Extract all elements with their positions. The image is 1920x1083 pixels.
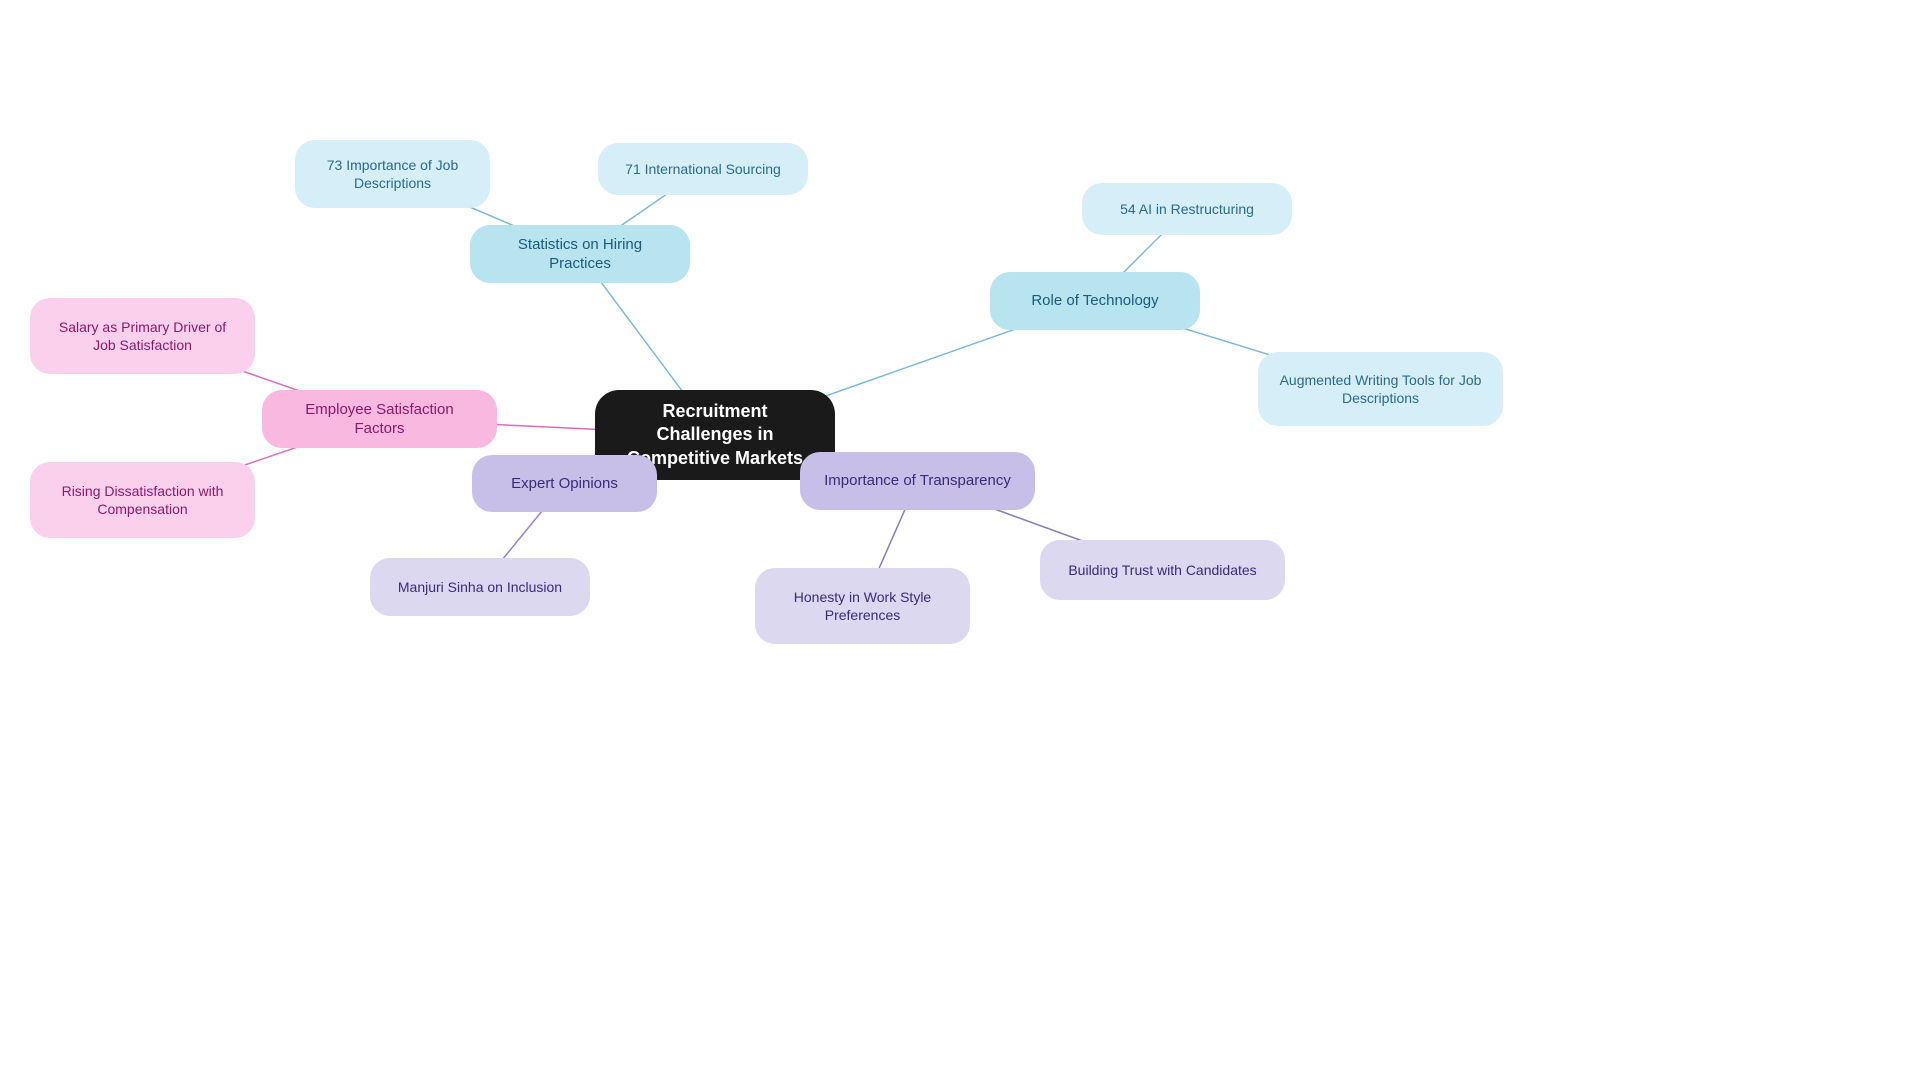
importance-job-desc-node[interactable]: 73 Importance of Job Descriptions [295,140,490,208]
expert-opinions-node[interactable]: Expert Opinions [472,455,657,512]
honesty-work-style-node[interactable]: Honesty in Work Style Preferences [755,568,970,644]
employee-satisfaction-node[interactable]: Employee Satisfaction Factors [262,390,497,448]
importance-transparency-node[interactable]: Importance of Transparency [800,452,1035,510]
salary-driver-node[interactable]: Salary as Primary Driver of Job Satisfac… [30,298,255,374]
manjuri-sinha-node[interactable]: Manjuri Sinha on Inclusion [370,558,590,616]
ai-restructuring-node[interactable]: 54 AI in Restructuring [1082,183,1292,235]
building-trust-node[interactable]: Building Trust with Candidates [1040,540,1285,600]
rising-dissatisfaction-node[interactable]: Rising Dissatisfaction with Compensation [30,462,255,538]
international-sourcing-node[interactable]: 71 International Sourcing [598,143,808,195]
augmented-writing-node[interactable]: Augmented Writing Tools for Job Descript… [1258,352,1503,426]
statistics-node[interactable]: Statistics on Hiring Practices [470,225,690,283]
role-technology-node[interactable]: Role of Technology [990,272,1200,330]
